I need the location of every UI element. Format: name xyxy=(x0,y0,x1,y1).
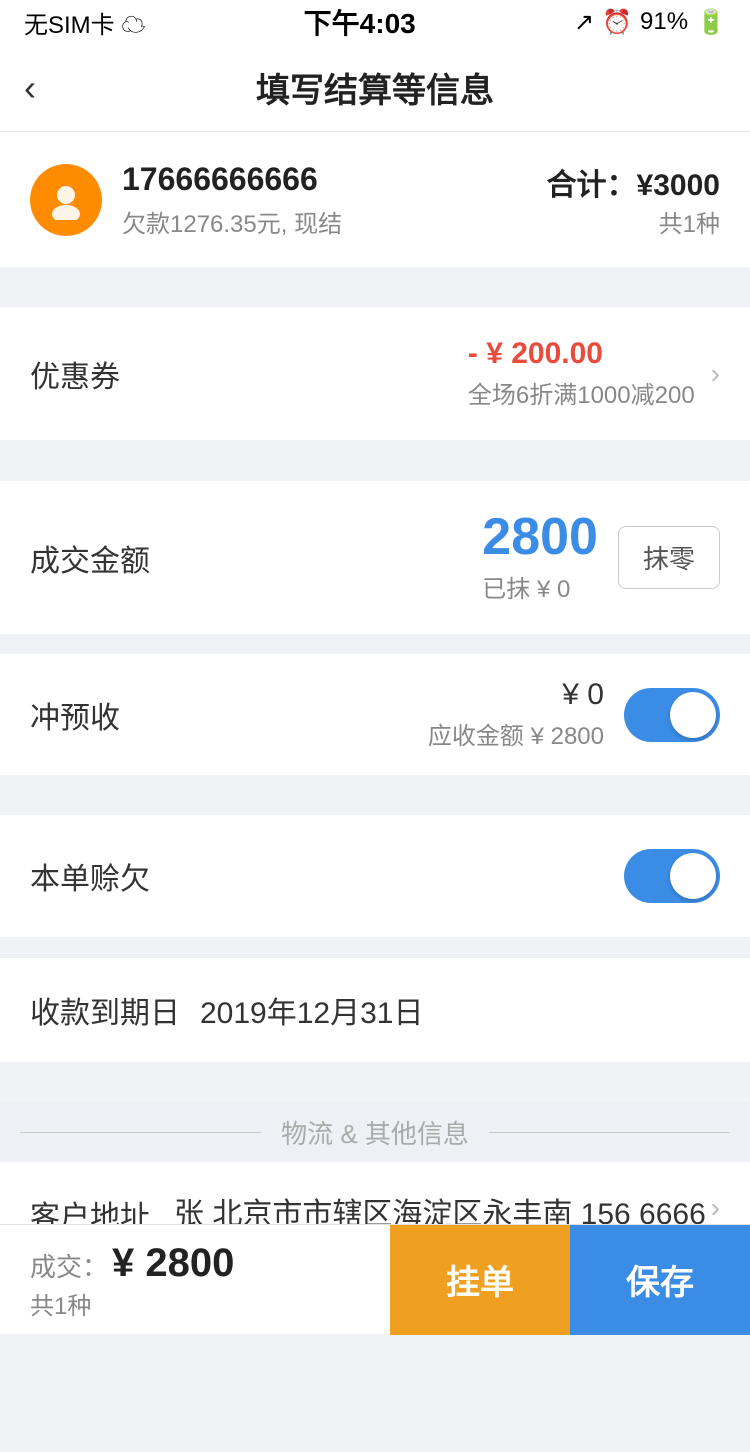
bottom-spacer xyxy=(0,1332,750,1452)
coupon-sub: 全场6折满1000减200 xyxy=(468,375,695,410)
status-bar: 无SIM卡 ☁ 下午4:03 ↗ ⏰ 91% 🔋 xyxy=(0,0,750,44)
prepay-sub: 应收金额 ¥ 2800 xyxy=(428,716,604,751)
status-left: 无SIM卡 ☁ xyxy=(24,5,145,40)
back-button[interactable]: ‹ xyxy=(24,67,36,109)
arrears-label: 本单赊欠 xyxy=(30,854,150,898)
due-date-value: 2019年12月31日 xyxy=(200,988,423,1032)
customer-row: 17666666666 欠款1276.35元, 现结 合计：¥3000 共1种 xyxy=(0,132,750,267)
bottom-deal-info: 成交： ¥ 2800 共1种 xyxy=(0,1239,390,1321)
hang-order-button[interactable]: 挂单 xyxy=(390,1225,570,1335)
coupon-label: 优惠券 xyxy=(30,352,120,396)
logistics-divider: 物流 & 其他信息 xyxy=(0,1102,750,1162)
customer-debt: 欠款1276.35元, 现结 xyxy=(122,204,342,239)
due-date-row: 收款到期日 2019年12月31日 xyxy=(0,958,750,1062)
nav-bar: ‹ 填写结算等信息 xyxy=(0,44,750,132)
arrears-row: 本单赊欠 xyxy=(0,815,750,937)
deal-amount-right: 2800 已抹 ¥ 0 抹零 xyxy=(482,511,720,604)
deal-amount-value: 2800 xyxy=(482,511,598,563)
divider-4 xyxy=(0,1082,750,1102)
status-time: 下午4:03 xyxy=(304,2,416,42)
divider-2 xyxy=(0,461,750,481)
battery-icon: 🔋 xyxy=(696,8,726,37)
no-sim-text: 无SIM卡 ☁ xyxy=(24,5,145,40)
customer-phone: 17666666666 xyxy=(122,161,342,198)
avatar xyxy=(30,164,102,236)
divider-1 xyxy=(0,287,750,307)
total-amount: 合计：¥3000 xyxy=(547,160,720,204)
deal-amount-sub: 已抹 ¥ 0 xyxy=(482,569,598,604)
customer-left: 17666666666 欠款1276.35元, 现结 xyxy=(30,161,342,239)
coupon-chevron-icon: › xyxy=(711,358,720,390)
prepay-info: ¥ 0 应收金额 ¥ 2800 xyxy=(428,678,604,751)
coupon-row[interactable]: 优惠券 - ¥ 200.00 全场6折满1000减200 › xyxy=(0,307,750,441)
coupon-value: - ¥ 200.00 xyxy=(468,337,695,371)
customer-right: 合计：¥3000 共1种 xyxy=(547,160,720,239)
prepay-toggle[interactable] xyxy=(624,688,720,742)
arrears-toggle[interactable] xyxy=(624,849,720,903)
bottom-deal-amount: ¥ 2800 xyxy=(112,1241,234,1286)
due-date-label: 收款到期日 xyxy=(30,988,180,1032)
round-zero-button[interactable]: 抹零 xyxy=(618,526,720,589)
prepay-amount: ¥ 0 xyxy=(428,678,604,712)
coupon-right: - ¥ 200.00 全场6折满1000减200 › xyxy=(468,337,720,410)
divider-line-left xyxy=(20,1132,261,1133)
battery-text: 91% xyxy=(640,8,688,36)
logistics-label: 物流 & 其他信息 xyxy=(281,1114,469,1151)
page-title: 填写结算等信息 xyxy=(256,63,494,112)
bottom-bar: 成交： ¥ 2800 共1种 挂单 保存 xyxy=(0,1224,750,1334)
alarm-icon: ⏰ xyxy=(602,8,632,37)
prepay-row: 冲预收 ¥ 0 应收金额 ¥ 2800 xyxy=(0,654,750,775)
location-icon: ↗ xyxy=(574,8,594,37)
total-count: 共1种 xyxy=(547,204,720,239)
status-right: ↗ ⏰ 91% 🔋 xyxy=(574,8,726,37)
save-button[interactable]: 保存 xyxy=(570,1225,750,1335)
divider-line-right xyxy=(489,1132,730,1133)
prepay-label: 冲预收 xyxy=(30,693,120,737)
divider-3 xyxy=(0,795,750,815)
prepay-right: ¥ 0 应收金额 ¥ 2800 xyxy=(428,678,720,751)
deal-amount-label: 成交金额 xyxy=(30,536,150,580)
bottom-deal-count: 共1种 xyxy=(30,1286,360,1321)
address-chevron-icon: › xyxy=(711,1192,720,1224)
bottom-deal-label: 成交： xyxy=(30,1247,108,1284)
customer-info: 17666666666 欠款1276.35元, 现结 xyxy=(122,161,342,239)
deal-amount-row: 成交金额 2800 已抹 ¥ 0 抹零 xyxy=(0,481,750,634)
